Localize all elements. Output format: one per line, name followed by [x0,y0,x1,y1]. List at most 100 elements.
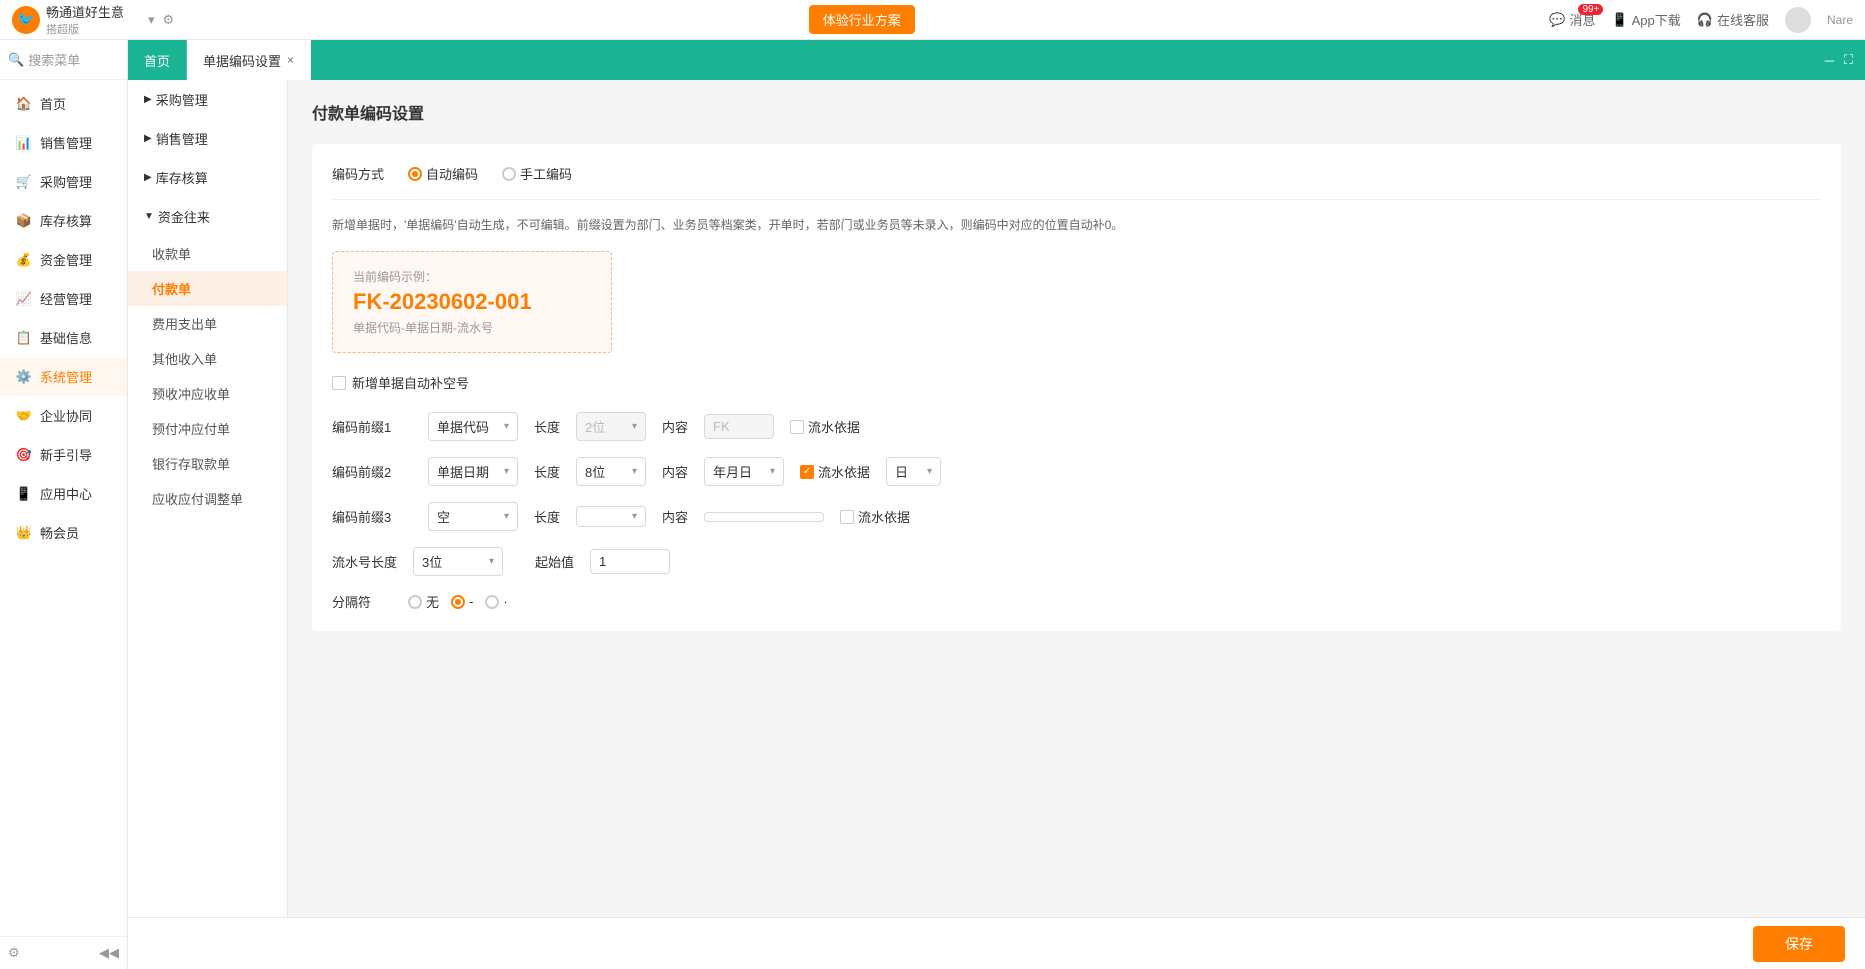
auto-fill-label: 新增单据自动补空号 [352,373,469,392]
prefix2-content-value: 年月日 [713,462,752,481]
enterprise-icon: 🤝 [16,408,32,424]
sub-item-expense[interactable]: 费用支出单 [128,306,287,341]
prefix2-serial-label: 流水依据 [818,462,870,481]
separator-none-label: 无 [426,592,439,611]
sidebar-item-purchase[interactable]: 🛒 采购管理 [0,162,127,201]
separator-dot-radio[interactable] [485,595,499,609]
sub-group-inventory-title[interactable]: ▶ 库存核算 [128,158,287,197]
brand-sub-name: 搭超版 [46,21,79,37]
sub-item-other-income[interactable]: 其他收入单 [128,341,287,376]
auto-encoding-radio[interactable] [408,167,422,181]
inventory-icon: 📦 [16,213,32,229]
sidebar-item-member[interactable]: 👑 畅会员 [0,513,127,552]
prefix3-length-select[interactable]: ▾ [576,506,646,527]
settings-icon[interactable]: ⚙ [163,12,175,28]
prefix3-content-input[interactable] [704,512,824,522]
prefix3-serial-checkbox[interactable]: 流水依据 [840,507,910,526]
sidebar-item-sales[interactable]: 📊 销售管理 [0,123,127,162]
sidebar-nav: 🏠 首页 📊 销售管理 🛒 采购管理 📦 库存核算 💰 资金管理 📈 经 [0,80,127,936]
manual-encoding-label: 手工编码 [520,164,572,183]
sidebar-label-home: 首页 [40,94,66,113]
auto-fill-checkbox[interactable]: 新增单据自动补空号 [332,373,469,392]
tab-encoding-settings[interactable]: 单据编码设置 × [187,40,311,80]
collapse-icon[interactable]: ◀◀ [99,945,119,961]
sub-group-inventory: ▶ 库存核算 [128,158,287,197]
sidebar-item-guide[interactable]: 🎯 新手引导 [0,435,127,474]
prefix2-serial-unit-select[interactable]: 日 ▾ [886,457,941,486]
search-menu[interactable]: 🔍 搜索菜单 [0,40,127,80]
sidebar-item-system[interactable]: ⚙️ 系统管理 [0,357,127,396]
encoding-type-row: 编码方式 自动编码 手工编码 [332,164,1821,200]
auto-fill-checkbox-box[interactable] [332,376,346,390]
separator-dot[interactable]: · [485,594,507,609]
prefix1-serial-checkbox[interactable]: 流水依据 [790,417,860,436]
separator-none[interactable]: 无 [408,592,439,611]
serial-start-input[interactable]: 1 [590,549,670,574]
prefix2-serial-box[interactable]: ✓ [800,465,814,479]
prefix1-length-select: 2位 ▾ [576,412,646,441]
prefix2-content-select[interactable]: 年月日 ▾ [704,457,784,486]
sidebar-item-app[interactable]: 📱 应用中心 [0,474,127,513]
separator-dash[interactable]: - [451,594,473,609]
serial-length-select[interactable]: 3位 ▾ [413,547,503,576]
sub-item-bank-deposit[interactable]: 银行存取款单 [128,446,287,481]
auto-encoding-label: 自动编码 [426,164,478,183]
message-item[interactable]: 💬 消息 99+ [1549,10,1595,29]
sidebar-item-inventory[interactable]: 📦 库存核算 [0,201,127,240]
sidebar-item-finance[interactable]: 💰 资金管理 [0,240,127,279]
prefix2-select[interactable]: 单据日期 ▾ [428,457,518,486]
sub-group-purchase-label: 采购管理 [156,90,208,109]
prefix2-serial-checkbox[interactable]: ✓ 流水依据 [800,462,870,481]
brand-text: 畅通道好生意 搭超版 [46,2,124,37]
prefix1-content-value: FK [713,419,730,434]
tab-minimize-icon[interactable]: － [1823,51,1836,70]
prefix1-serial-box[interactable] [790,420,804,434]
manual-encoding-radio[interactable] [502,167,516,181]
tab-close-icon[interactable]: × [287,53,294,67]
settings-bottom-icon[interactable]: ⚙ [8,945,20,961]
phone-icon: 📱 [1611,12,1627,28]
prefix3-length-label: 长度 [534,507,560,526]
experience-button[interactable]: 体验行业方案 [809,5,915,34]
sub-group-finance: ▼ 资金往来 收款单 付款单 费用支出单 其他收入单 预收冲应收单 预付冲应付单… [128,197,287,516]
code-example: 当前编码示例： FK-20230602-001 单据代码-单据日期-流水号 [332,251,612,353]
separator-none-radio[interactable] [408,595,422,609]
separator-label: 分隔符 [332,592,392,611]
tab-home[interactable]: 首页 [128,40,187,80]
online-service-item[interactable]: 🎧 在线客服 [1697,10,1769,29]
sub-group-sales-title[interactable]: ▶ 销售管理 [128,119,287,158]
separator-dot-label: · [503,594,507,609]
tab-maximize-icon[interactable]: ⛶ [1844,52,1853,68]
sub-item-adjust[interactable]: 应收应付调整单 [128,481,287,516]
app-download-item[interactable]: 📱 App下载 [1611,10,1680,29]
separator-dash-radio[interactable] [451,595,465,609]
code-example-desc: 单据代码-单据日期-流水号 [353,319,591,336]
prefix2-value: 单据日期 [437,462,489,481]
brand: 🐦 畅通道好生意 搭超版 [12,2,124,37]
save-button[interactable]: 保存 [1753,926,1845,962]
sidebar-item-operation[interactable]: 📈 经营管理 [0,279,127,318]
sidebar-item-basic[interactable]: 📋 基础信息 [0,318,127,357]
prefix1-select[interactable]: 单据代码 ▾ [428,412,518,441]
sub-item-payment[interactable]: 付款单 [128,271,287,306]
prefix3-select[interactable]: 空 ▾ [428,502,518,531]
prefix3-serial-box[interactable] [840,510,854,524]
top-bar-actions: 体验行业方案 [809,5,915,34]
sub-group-finance-title[interactable]: ▼ 资金往来 [128,197,287,236]
user-avatar[interactable] [1785,7,1811,33]
prefix2-length-select[interactable]: 8位 ▾ [576,457,646,486]
sidebar-item-enterprise[interactable]: 🤝 企业协同 [0,396,127,435]
sidebar-item-home[interactable]: 🏠 首页 [0,84,127,123]
sub-group-sales-label: 销售管理 [156,129,208,148]
manual-encoding-option[interactable]: 手工编码 [502,164,572,183]
auto-encoding-option[interactable]: 自动编码 [408,164,478,183]
sub-group-purchase-title[interactable]: ▶ 采购管理 [128,80,287,119]
sub-item-prepay-receivable[interactable]: 预收冲应收单 [128,376,287,411]
sub-item-prepay-payable[interactable]: 预付冲应付单 [128,411,287,446]
tab-bar: 首页 单据编码设置 × － ⛶ [128,40,1865,80]
sidebar-label-app: 应用中心 [40,484,92,503]
sidebar-label-purchase: 采购管理 [40,172,92,191]
sidebar-label-basic: 基础信息 [40,328,92,347]
sub-item-receipt[interactable]: 收款单 [128,236,287,271]
nav-dropdown[interactable]: ▾ [148,12,155,28]
